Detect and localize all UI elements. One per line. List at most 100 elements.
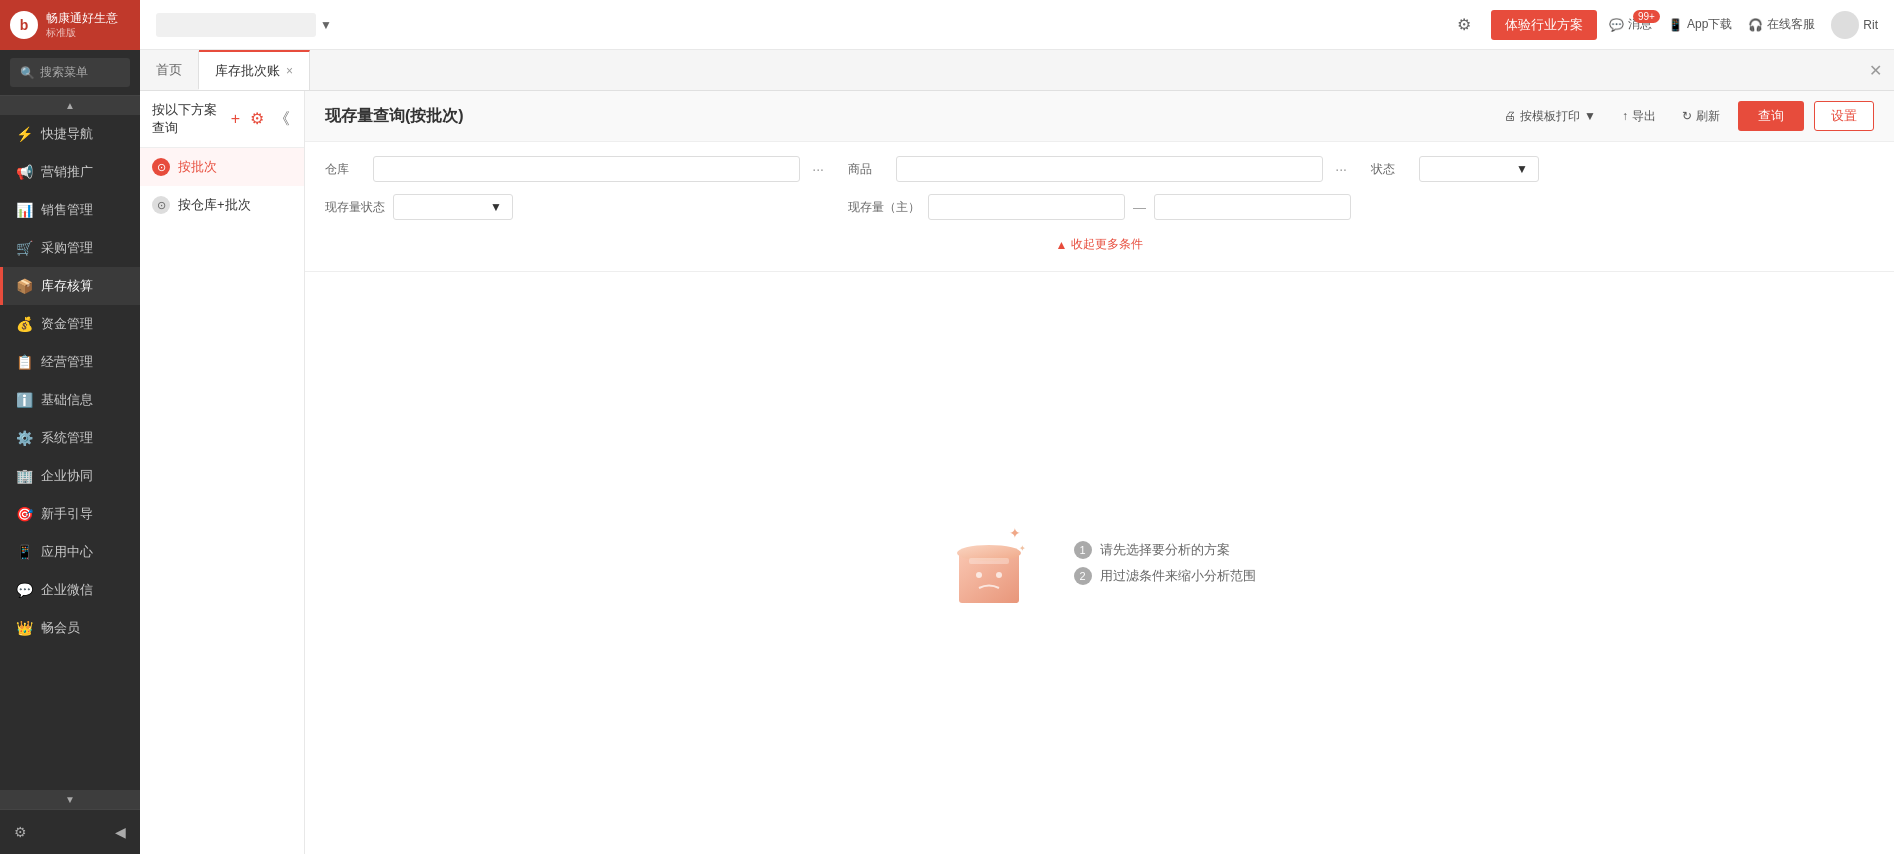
refresh-button[interactable]: ↻ 刷新 — [1674, 104, 1728, 129]
sidebar-item-finance[interactable]: 💰 资金管理 — [0, 305, 140, 343]
user-avatar — [1831, 11, 1859, 39]
topbar-search-area: ▼ — [156, 13, 1437, 37]
scheme-item-by-warehouse-batch[interactable]: ⊙ 按仓库+批次 — [140, 186, 304, 224]
export-icon: ↑ — [1622, 109, 1628, 123]
settings-button[interactable]: 设置 — [1814, 101, 1874, 131]
sidebar: b 畅康通好生意 标准版 🔍 搜索菜单 ▲ ⚡ 快捷导航 📢 营销推广 📊 销售… — [0, 0, 140, 854]
sidebar-item-enterprise[interactable]: 🏢 企业协同 — [0, 457, 140, 495]
sidebar-item-system[interactable]: ⚙️ 系统管理 — [0, 419, 140, 457]
sidebar-item-purchase[interactable]: 🛒 采购管理 — [0, 229, 140, 267]
print-dropdown-icon: ▼ — [1584, 109, 1596, 123]
stock-status-select[interactable]: ▼ — [393, 194, 513, 220]
topbar-search-input[interactable] — [156, 13, 316, 37]
messages-item[interactable]: 💬 消息 99+ — [1609, 16, 1652, 33]
app-center-icon: 📱 — [15, 543, 33, 561]
query-button[interactable]: 查询 — [1738, 101, 1804, 131]
warehouse-input[interactable] — [373, 156, 800, 182]
stock-status-filter-group: 现存量状态 ▼ — [325, 194, 828, 220]
tab-home[interactable]: 首页 — [140, 51, 199, 89]
footer-collapse-button[interactable]: ◀ — [111, 820, 130, 844]
content-area: 按以下方案查询 + ⚙ 《 ⊙ 按批次 ⊙ 按仓库+批次 — [140, 91, 1894, 854]
company-name: 畅康通好生意 — [46, 10, 118, 27]
print-button[interactable]: 🖨 按模板打印 ▼ — [1496, 104, 1604, 129]
scheme-icon-active: ⊙ — [152, 158, 170, 176]
collapse-row: ▲ 收起更多条件 — [325, 232, 1874, 257]
scheme-icon-inactive: ⊙ — [152, 196, 170, 214]
collapse-more-button[interactable]: ▲ 收起更多条件 — [1056, 236, 1144, 253]
add-scheme-button[interactable]: + — [229, 111, 242, 127]
phone-icon: 📱 — [1668, 18, 1683, 32]
topbar-settings-button[interactable]: ⚙ — [1449, 10, 1479, 40]
status-filter-group: 状态 ▼ — [1371, 156, 1874, 182]
left-panel: 按以下方案查询 + ⚙ 《 ⊙ 按批次 ⊙ 按仓库+批次 — [140, 91, 305, 854]
sidebar-item-wechat[interactable]: 💬 企业微信 — [0, 571, 140, 609]
topbar-dropdown-button[interactable]: ▼ — [320, 18, 332, 32]
edition-label: 标准版 — [46, 26, 118, 40]
stock-status-label: 现存量状态 — [325, 199, 385, 216]
page-title-actions: 🖨 按模板打印 ▼ ↑ 导出 ↻ 刷新 查询 设置 — [1496, 101, 1874, 131]
sidebar-item-inventory[interactable]: 📦 库存核算 — [0, 267, 140, 305]
export-button[interactable]: ↑ 导出 — [1614, 104, 1664, 129]
tab-close-button[interactable]: × — [286, 65, 293, 77]
trial-btn[interactable]: 体验行业方案 — [1491, 10, 1597, 40]
sidebar-item-label: 库存核算 — [41, 277, 93, 295]
stock-qty-min-input[interactable] — [928, 194, 1125, 220]
footer-settings-button[interactable]: ⚙ — [10, 820, 31, 844]
product-filter-group: 商品 ··· — [848, 156, 1351, 182]
app-download-item[interactable]: 📱 App下载 — [1668, 16, 1732, 33]
main-panel: 现存量查询(按批次) 🖨 按模板打印 ▼ ↑ 导出 ↻ 刷新 — [305, 91, 1894, 854]
gear-icon: ⚙ — [250, 110, 264, 127]
warehouse-label: 仓库 — [325, 161, 365, 178]
system-icon: ⚙️ — [15, 429, 33, 447]
topbar-right: 💬 消息 99+ 📱 App下载 🎧 在线客服 Rit — [1609, 11, 1878, 39]
empty-tip-1: 1 请先选择要分析的方案 — [1074, 541, 1256, 559]
empty-tips: 1 请先选择要分析的方案 2 用过滤条件来缩小分析范围 — [1074, 541, 1256, 585]
headset-icon: 🎧 — [1748, 18, 1763, 32]
quick-nav-icon: ⚡ — [15, 125, 33, 143]
sidebar-item-sales[interactable]: 📊 销售管理 — [0, 191, 140, 229]
scheme-item-by-batch[interactable]: ⊙ 按批次 — [140, 148, 304, 186]
svg-text:✦: ✦ — [1009, 525, 1021, 541]
svg-point-3 — [976, 572, 982, 578]
scheme-settings-button[interactable]: ⚙ — [248, 111, 266, 127]
online-service-item[interactable]: 🎧 在线客服 — [1748, 16, 1815, 33]
sidebar-header: b 畅康通好生意 标准版 — [0, 0, 140, 50]
app-logo: b — [10, 11, 38, 39]
sidebar-item-member[interactable]: 👑 畅会员 — [0, 609, 140, 647]
stock-qty-max-input[interactable] — [1154, 194, 1351, 220]
left-panel-header: 按以下方案查询 + ⚙ 《 — [140, 91, 304, 148]
chevron-up-icon: ▲ — [1056, 238, 1068, 252]
sidebar-item-app-center[interactable]: 📱 应用中心 — [0, 533, 140, 571]
member-icon: 👑 — [15, 619, 33, 637]
tabs-close-all-button[interactable]: ✕ — [1857, 61, 1894, 80]
product-input[interactable] — [896, 156, 1323, 182]
wechat-icon: 💬 — [15, 581, 33, 599]
svg-point-4 — [996, 572, 1002, 578]
empty-svg: ✦ ✦ — [944, 513, 1044, 613]
sidebar-item-label: 系统管理 — [41, 429, 93, 447]
collapse-panel-button[interactable]: 《 — [272, 111, 292, 127]
sidebar-item-marketing[interactable]: 📢 营销推广 — [0, 153, 140, 191]
sidebar-item-operations[interactable]: 📋 经营管理 — [0, 343, 140, 381]
product-more-button[interactable]: ··· — [1331, 159, 1351, 179]
sidebar-item-label: 新手引导 — [41, 505, 93, 523]
sidebar-item-quick-nav[interactable]: ⚡ 快捷导航 — [0, 115, 140, 153]
tab-inventory-batch[interactable]: 库存批次账 × — [199, 50, 310, 90]
newbie-icon: 🎯 — [15, 505, 33, 523]
empty-tip-2: 2 用过滤条件来缩小分析范围 — [1074, 567, 1256, 585]
filter-area: 仓库 ··· 商品 ··· 状态 ▼ — [305, 142, 1894, 272]
sidebar-item-newbie[interactable]: 🎯 新手引导 — [0, 495, 140, 533]
page-title-bar: 现存量查询(按批次) 🖨 按模板打印 ▼ ↑ 导出 ↻ 刷新 — [305, 91, 1894, 142]
filter-row-2: 现存量状态 ▼ 现存量（主） — — [325, 194, 1874, 220]
status-select[interactable]: ▼ — [1419, 156, 1539, 182]
scroll-up-button[interactable]: ▲ — [0, 96, 140, 115]
warehouse-more-button[interactable]: ··· — [808, 159, 828, 179]
sidebar-item-label: 资金管理 — [41, 315, 93, 333]
scroll-down-button[interactable]: ▼ — [0, 790, 140, 809]
sidebar-item-basic-info[interactable]: ℹ️ 基础信息 — [0, 381, 140, 419]
search-menu-button[interactable]: 🔍 搜索菜单 — [10, 58, 130, 87]
empty-content: ✦ ✦ 1 请先选择要分析的方案 2 用过滤条件来缩小分析范围 — [944, 513, 1256, 613]
left-panel-title: 按以下方案查询 — [152, 101, 229, 137]
sidebar-item-label: 营销推广 — [41, 163, 93, 181]
user-item[interactable]: Rit — [1831, 11, 1878, 39]
